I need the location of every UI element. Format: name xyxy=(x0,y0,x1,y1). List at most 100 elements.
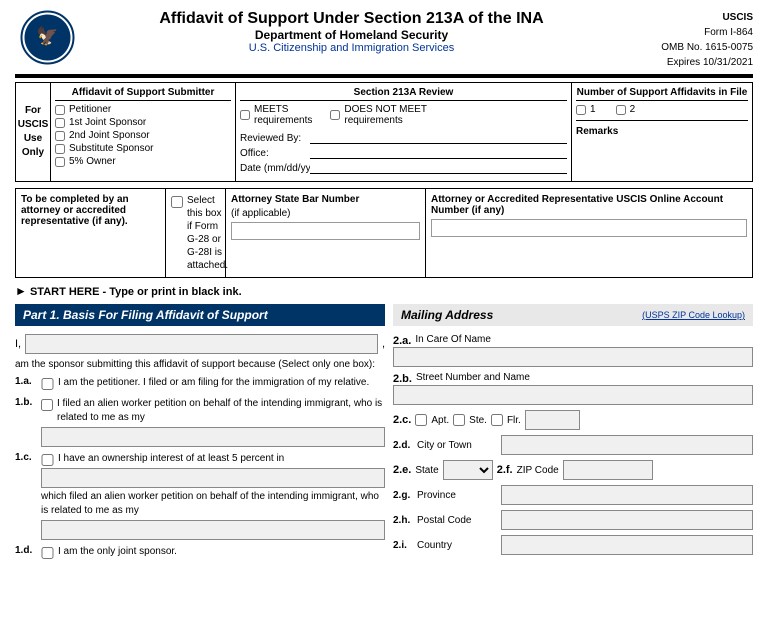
five-pct-owner-option: 5% Owner xyxy=(55,156,231,167)
dhs-seal-icon: 🦅 xyxy=(20,10,75,65)
item-1c-number: 1.c. xyxy=(15,452,37,463)
submitter-title: Affidavit of Support Submitter xyxy=(55,87,231,101)
field-2g-number: 2.g. xyxy=(393,490,413,501)
usps-lookup-link[interactable]: (USPS ZIP Code Lookup) xyxy=(642,310,745,320)
agency-name: U.S. Citizenship and Immigration Service… xyxy=(90,42,613,54)
g28-label: Select this box if Form G-28 or G-28I is… xyxy=(187,194,228,272)
date-row: Date (mm/dd/yyyy): xyxy=(240,162,567,174)
does-not-meet-checkbox[interactable] xyxy=(330,110,340,120)
item-1b-number: 1.b. xyxy=(15,397,37,408)
date-input[interactable] xyxy=(310,162,567,174)
reviewed-by-input[interactable] xyxy=(310,132,567,144)
only-label: Only xyxy=(18,146,49,160)
state-bar-subtitle: (if applicable) xyxy=(231,208,420,219)
for-label: For xyxy=(18,104,49,118)
item-1a-row: 1.a. I am the petitioner. I filed or am … xyxy=(15,376,385,392)
uscis-account-title: Attorney or Accredited Representative US… xyxy=(431,194,747,216)
count-title: Number of Support Affidavits in File xyxy=(576,87,748,101)
item-1b-checkbox[interactable] xyxy=(41,399,53,411)
joint-sponsor-2-checkbox[interactable] xyxy=(55,131,65,141)
uscis-use-label: For USCIS Use Only xyxy=(16,83,51,181)
field-2i: 2.i. Country xyxy=(393,535,753,555)
attorney-description-text: To be completed by an attorney or accred… xyxy=(21,194,129,227)
comma-label: , xyxy=(382,338,385,350)
item-1b-content: I filed an alien worker petition on beha… xyxy=(41,397,385,447)
page: 🦅 Affidavit of Support Under Section 213… xyxy=(0,0,768,576)
mailing-header: Mailing Address (USPS ZIP Code Lookup) xyxy=(393,304,753,326)
meets-checkbox[interactable] xyxy=(240,110,250,120)
item-1c-text2: which filed an alien worker petition on … xyxy=(41,490,385,518)
item-1c-content: I have an ownership interest of at least… xyxy=(41,452,385,540)
item-1d-row: 1.d. I am the only joint sponsor. xyxy=(15,545,385,561)
item-1d-number: 1.d. xyxy=(15,545,37,556)
care-of-name-input[interactable] xyxy=(393,347,753,367)
item-1a-number: 1.a. xyxy=(15,376,37,387)
apt-checkbox[interactable] xyxy=(415,414,427,426)
country-input[interactable] xyxy=(501,535,753,555)
zip-input[interactable] xyxy=(563,460,653,480)
province-input[interactable] xyxy=(501,485,753,505)
item-1b-text: I filed an alien worker petition on beha… xyxy=(57,397,385,425)
substitute-sponsor-checkbox[interactable] xyxy=(55,144,65,154)
count-1-checkbox[interactable] xyxy=(576,105,586,115)
i-label: I, xyxy=(15,338,21,350)
field-2b-label: Street Number and Name xyxy=(416,372,530,383)
count-2-checkbox[interactable] xyxy=(616,105,626,115)
item-1a-checkbox[interactable] xyxy=(41,378,54,390)
header: 🦅 Affidavit of Support Under Section 213… xyxy=(15,10,753,70)
five-pct-owner-checkbox[interactable] xyxy=(55,157,65,167)
field-2g: 2.g. Province xyxy=(393,485,753,505)
dept-name: Department of Homeland Security xyxy=(90,28,613,42)
office-input[interactable] xyxy=(310,147,567,159)
uscis-account-subtitle: (if any) xyxy=(472,205,505,216)
uscis-account-col: Attorney or Accredited Representative US… xyxy=(426,189,752,277)
main-body: Part 1. Basis For Filing Affidavit of Su… xyxy=(15,304,753,566)
street-number-input[interactable] xyxy=(393,385,753,405)
item-1d-checkbox[interactable] xyxy=(41,547,54,559)
joint-sponsor-1-label: 1st Joint Sponsor xyxy=(69,117,146,128)
attorney-row: To be completed by an attorney or accred… xyxy=(15,188,753,278)
flr-checkbox[interactable] xyxy=(491,414,503,426)
use-label: Use xyxy=(18,132,49,146)
item-1b-input[interactable] xyxy=(41,427,385,447)
form-info: USCIS Form I-864 OMB No. 1615-0075 Expir… xyxy=(623,10,753,70)
item-1b-row: 1.b. I filed an alien worker petition on… xyxy=(15,397,385,447)
start-here-text: START HERE - Type or print in black ink. xyxy=(30,286,242,298)
office-row: Office: xyxy=(240,147,567,159)
state-bar-col: Attorney State Bar Number (if applicable… xyxy=(226,189,426,277)
uscis-account-input[interactable] xyxy=(431,219,747,237)
city-input[interactable] xyxy=(501,435,753,455)
item-1c-checkbox[interactable] xyxy=(41,454,54,466)
item-1c-row: 1.c. I have an ownership interest of at … xyxy=(15,452,385,540)
joint-sponsor-2-option: 2nd Joint Sponsor xyxy=(55,130,231,141)
ste-checkbox[interactable] xyxy=(453,414,465,426)
petitioner-checkbox[interactable] xyxy=(55,105,65,115)
left-column: Part 1. Basis For Filing Affidavit of Su… xyxy=(15,304,385,566)
field-2d-label: City or Town xyxy=(417,439,497,452)
item-1c-input[interactable] xyxy=(41,468,385,488)
count-col: Number of Support Affidavits in File 1 2… xyxy=(572,83,752,181)
meets-row: MEETSrequirements DOES NOT MEETrequireme… xyxy=(240,104,567,128)
right-column: Mailing Address (USPS ZIP Code Lookup) 2… xyxy=(393,304,753,566)
joint-sponsor-1-checkbox[interactable] xyxy=(55,118,65,128)
part1-header: Part 1. Basis For Filing Affidavit of Su… xyxy=(15,304,385,326)
state-bar-title-text: Attorney State Bar Number xyxy=(231,194,359,205)
main-title: Affidavit of Support Under Section 213A … xyxy=(90,10,613,28)
item-1a-text: I am the petitioner. I filed or am filin… xyxy=(58,376,369,390)
postal-code-input[interactable] xyxy=(501,510,753,530)
field-2d-number: 2.d. xyxy=(393,440,413,451)
review-col: Section 213A Review MEETSrequirements DO… xyxy=(236,83,572,181)
state-label: State xyxy=(415,465,438,476)
apt-number-input[interactable] xyxy=(525,410,580,430)
attorney-description: To be completed by an attorney or accred… xyxy=(16,189,166,277)
g28-checkbox[interactable] xyxy=(171,196,183,208)
field-2e-number: 2.e. xyxy=(393,464,411,476)
review-title: Section 213A Review xyxy=(240,87,567,101)
state-bar-input[interactable] xyxy=(231,222,420,240)
item-1c-text: I have an ownership interest of at least… xyxy=(58,452,284,466)
petitioner-label: Petitioner xyxy=(69,104,111,115)
state-select[interactable] xyxy=(443,460,493,480)
header-rule xyxy=(15,74,753,78)
item-1c-input2[interactable] xyxy=(41,520,385,540)
sponsor-name-input[interactable] xyxy=(25,334,378,354)
